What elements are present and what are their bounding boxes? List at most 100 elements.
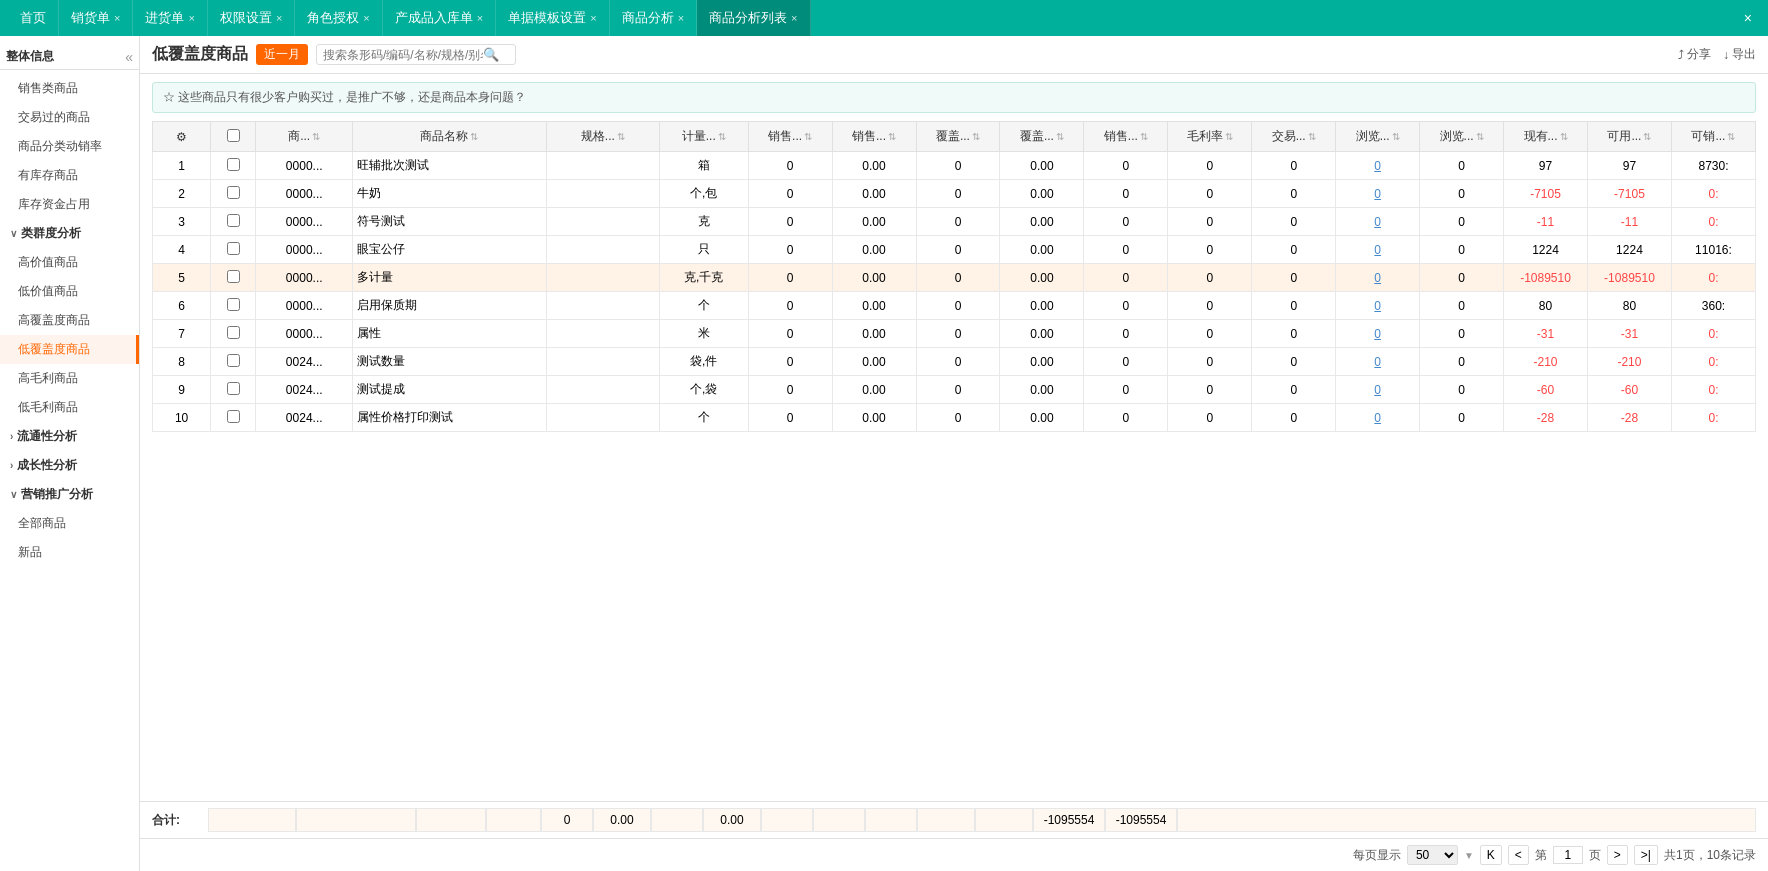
cell-browse1[interactable]: 0 [1336,348,1420,376]
search-icon[interactable]: 🔍 [483,47,499,62]
th-gross-rate[interactable]: 毛利率⇅ [1168,122,1252,152]
select-all-checkbox[interactable] [227,129,240,142]
sidebar-item-low-profit[interactable]: 低毛利商品 [0,393,139,422]
cell-browse1[interactable]: 0 [1336,236,1420,264]
nav-sales-close[interactable]: × [114,12,120,24]
th-current[interactable]: 现有...⇅ [1504,122,1588,152]
browse-link[interactable]: 0 [1374,299,1381,313]
sidebar-item-category-rate[interactable]: 商品分类动销率 [0,132,139,161]
sidebar-section-marketing[interactable]: ∨ 营销推广分析 [0,480,139,509]
first-page-button[interactable]: K [1480,845,1502,865]
sidebar-item-sales-goods[interactable]: 销售类商品 [0,74,139,103]
th-coverage2[interactable]: 覆盖...⇅ [1000,122,1084,152]
sidebar-section-group[interactable]: ∨ 类群度分析 [0,219,139,248]
cell-browse1[interactable]: 0 [1336,404,1420,432]
nav-finished-close[interactable]: × [477,12,483,24]
page-number-input[interactable] [1553,846,1583,864]
nav-roles[interactable]: 角色授权 × [295,0,382,36]
cell-check[interactable] [211,264,256,292]
row-checkbox[interactable] [227,214,240,227]
nav-template-close[interactable]: × [590,12,596,24]
page-size-select[interactable]: 50 100 200 [1407,845,1458,865]
cell-check[interactable] [211,404,256,432]
th-sales-qty[interactable]: 销售...⇅ [748,122,832,152]
nav-template[interactable]: 单据模板设置 × [496,0,609,36]
sidebar-item-high-coverage[interactable]: 高覆盖度商品 [0,306,139,335]
browse-link[interactable]: 0 [1374,411,1381,425]
th-available[interactable]: 可用...⇅ [1588,122,1672,152]
sidebar-item-all-goods[interactable]: 全部商品 [0,509,139,538]
export-button[interactable]: ↓ 导出 [1723,46,1756,63]
nav-finished[interactable]: 产成品入库单 × [383,0,496,36]
row-checkbox[interactable] [227,326,240,339]
row-checkbox[interactable] [227,382,240,395]
browse-link[interactable]: 0 [1374,243,1381,257]
sidebar-section-circulation[interactable]: › 流通性分析 [0,422,139,451]
row-checkbox[interactable] [227,354,240,367]
nav-product-analysis[interactable]: 商品分析 × [610,0,697,36]
sidebar-item-high-value[interactable]: 高价值商品 [0,248,139,277]
cell-browse1[interactable]: 0 [1336,180,1420,208]
cell-browse1[interactable]: 0 [1336,152,1420,180]
nav-home[interactable]: 首页 [8,0,59,36]
cell-check[interactable] [211,208,256,236]
cell-check[interactable] [211,376,256,404]
sidebar-section-growth[interactable]: › 成长性分析 [0,451,139,480]
cell-browse1[interactable]: 0 [1336,208,1420,236]
cell-check[interactable] [211,236,256,264]
sidebar-item-high-profit[interactable]: 高毛利商品 [0,364,139,393]
th-sellable[interactable]: 可销...⇅ [1671,122,1755,152]
cell-browse1[interactable]: 0 [1336,320,1420,348]
th-sales-amt[interactable]: 销售...⇅ [832,122,916,152]
sidebar-collapse-icon[interactable]: « [125,49,133,65]
nav-product-analysis-close[interactable]: × [678,12,684,24]
cell-check[interactable] [211,180,256,208]
row-checkbox[interactable] [227,242,240,255]
row-checkbox[interactable] [227,298,240,311]
nav-sales[interactable]: 销货单 × [59,0,133,36]
nav-permissions-close[interactable]: × [276,12,282,24]
cell-check[interactable] [211,320,256,348]
cell-check[interactable] [211,152,256,180]
th-sales-rate[interactable]: 销售...⇅ [1084,122,1168,152]
browse-link[interactable]: 0 [1374,215,1381,229]
browse-link[interactable]: 0 [1374,271,1381,285]
sidebar-item-new-goods[interactable]: 新品 [0,538,139,567]
window-close-icon[interactable]: × [1736,10,1760,26]
th-name[interactable]: 商品名称⇅ [353,122,547,152]
nav-product-analysis-list[interactable]: 商品分析列表 × [697,0,810,36]
share-button[interactable]: ⤴ 分享 [1678,46,1711,63]
sidebar-item-stock-capital[interactable]: 库存资金占用 [0,190,139,219]
prev-page-button[interactable]: < [1508,845,1529,865]
nav-roles-close[interactable]: × [363,12,369,24]
row-checkbox[interactable] [227,410,240,423]
browse-link[interactable]: 0 [1374,355,1381,369]
row-checkbox[interactable] [227,186,240,199]
sidebar-item-stocked-goods[interactable]: 有库存商品 [0,161,139,190]
last-page-button[interactable]: >| [1634,845,1658,865]
cell-check[interactable] [211,292,256,320]
nav-permissions[interactable]: 权限设置 × [208,0,295,36]
period-button[interactable]: 近一月 [256,44,308,65]
th-browse2[interactable]: 浏览...⇅ [1420,122,1504,152]
th-browse1[interactable]: 浏览...⇅ [1336,122,1420,152]
cell-browse1[interactable]: 0 [1336,264,1420,292]
cell-browse1[interactable]: 0 [1336,292,1420,320]
row-checkbox[interactable] [227,158,240,171]
nav-purchase[interactable]: 进货单 × [133,0,207,36]
th-spec[interactable]: 规格...⇅ [546,122,659,152]
th-trade[interactable]: 交易...⇅ [1252,122,1336,152]
th-code[interactable]: 商...⇅ [256,122,353,152]
browse-link[interactable]: 0 [1374,383,1381,397]
search-input[interactable] [323,48,483,62]
nav-purchase-close[interactable]: × [188,12,194,24]
th-settings[interactable]: ⚙ [153,122,211,152]
sidebar-item-low-coverage[interactable]: 低覆盖度商品 [0,335,139,364]
browse-link[interactable]: 0 [1374,327,1381,341]
next-page-button[interactable]: > [1607,845,1628,865]
sidebar-item-traded-goods[interactable]: 交易过的商品 [0,103,139,132]
cell-browse1[interactable]: 0 [1336,376,1420,404]
nav-product-analysis-list-close[interactable]: × [791,12,797,24]
th-coverage1[interactable]: 覆盖...⇅ [916,122,1000,152]
cell-check[interactable] [211,348,256,376]
